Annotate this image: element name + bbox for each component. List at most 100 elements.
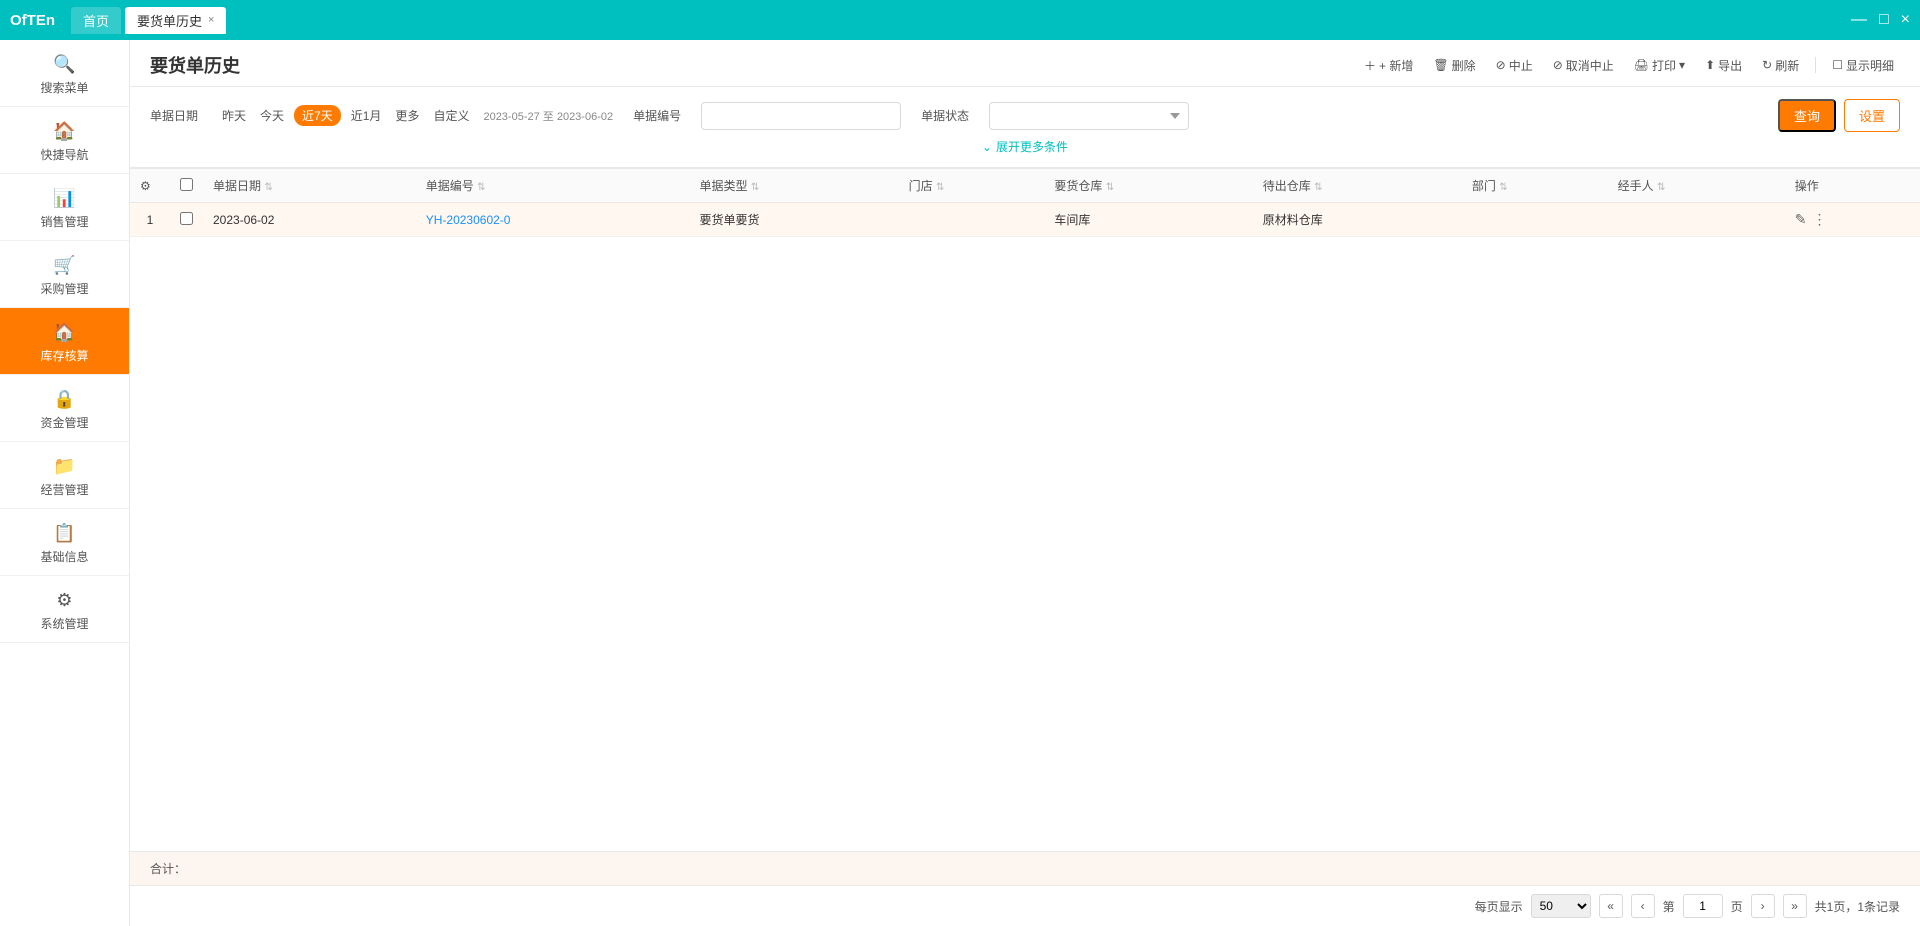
row-checkbox — [170, 203, 203, 237]
date-btn-yesterday[interactable]: 昨天 — [218, 105, 250, 126]
show-detail-button[interactable]: ☐ 显示明细 — [1826, 53, 1900, 78]
col-date-sort[interactable]: ⇅ — [264, 182, 272, 193]
date-btn-custom[interactable]: 自定义 — [429, 105, 473, 126]
row-store — [899, 203, 1045, 237]
print-button[interactable]: 🖨 打印 ▾ — [1628, 53, 1691, 78]
new-button[interactable]: ＋ + 新增 — [1358, 53, 1419, 78]
show-detail-label: 显示明细 — [1846, 57, 1894, 74]
export-button[interactable]: ⬆ 导出 — [1699, 53, 1748, 78]
sales-icon: 📊 — [53, 188, 75, 209]
pagination-bar: 每页显示 50 100 200 « ‹ 第 页 › » 共1页，1条记录 — [130, 885, 1920, 926]
row-handler — [1608, 203, 1785, 237]
basic-info-icon: 📋 — [53, 523, 75, 544]
sidebar-item-system[interactable]: ⚙ 系统管理 — [0, 576, 129, 643]
date-btn-more[interactable]: 更多 — [391, 105, 423, 126]
col-store-sort[interactable]: ⇅ — [936, 182, 944, 193]
sidebar: 🔍 搜索菜单 🏠 快捷导航 📊 销售管理 🛒 采购管理 🏠 库存核算 🔒 资金管… — [0, 40, 130, 926]
sidebar-item-label-operations: 经营管理 — [40, 481, 88, 498]
col-doctype: 单据类型 ⇅ — [689, 169, 898, 203]
suspend-button[interactable]: ⊘ 中止 — [1490, 53, 1539, 78]
delete-button[interactable]: 🗑 删除 — [1427, 53, 1481, 78]
query-button[interactable]: 查询 — [1778, 99, 1836, 132]
col-dept-sort[interactable]: ⇅ — [1499, 182, 1507, 193]
date-btn-7days[interactable]: 近7天 — [294, 105, 341, 126]
sidebar-item-search-menu[interactable]: 🔍 搜索菜单 — [0, 40, 129, 107]
col-docno-sort[interactable]: ⇅ — [477, 182, 485, 193]
total-info: 共1页，1条记录 — [1815, 898, 1900, 915]
status-select[interactable] — [989, 102, 1189, 130]
sidebar-item-inventory[interactable]: 🏠 库存核算 — [0, 308, 129, 375]
table-footer: 合计： — [130, 851, 1920, 885]
sidebar-item-operations[interactable]: 📁 经营管理 — [0, 442, 129, 509]
row-dept — [1462, 203, 1608, 237]
sidebar-item-purchase[interactable]: 🛒 采购管理 — [0, 241, 129, 308]
header-actions: ＋ + 新增 🗑 删除 ⊘ 中止 ⊘ 取消中止 🖨 打印 — [1358, 53, 1900, 78]
row-num: 1 — [130, 203, 170, 237]
col-docno: 单据编号 ⇅ — [416, 169, 690, 203]
row-operations: ✎ ⋮ — [1795, 211, 1910, 228]
col-handler-label: 经手人 — [1618, 179, 1654, 193]
sidebar-item-label-basicinfo: 基础信息 — [40, 548, 88, 565]
col-date: 单据日期 ⇅ — [203, 169, 416, 203]
date-btn-1month[interactable]: 近1月 — [347, 105, 386, 126]
col-req-warehouse-sort[interactable]: ⇅ — [1106, 182, 1114, 193]
row-doctype: 要货单要货 — [689, 203, 898, 237]
cancel-suspend-label: 取消中止 — [1566, 57, 1614, 74]
new-icon: ＋ — [1364, 57, 1376, 74]
row-more-btn[interactable]: ⋮ — [1812, 211, 1826, 228]
delete-icon: 🗑 — [1433, 58, 1448, 72]
col-dept-label: 部门 — [1472, 179, 1496, 193]
main-layout: 🔍 搜索菜单 🏠 快捷导航 📊 销售管理 🛒 采购管理 🏠 库存核算 🔒 资金管… — [0, 40, 1920, 926]
export-label: 导出 — [1718, 57, 1742, 74]
status-label: 单据状态 — [921, 107, 969, 124]
window-close-icon[interactable]: × — [1901, 11, 1910, 29]
maximize-icon[interactable]: □ — [1879, 11, 1889, 29]
sidebar-item-label-sales: 销售管理 — [40, 213, 88, 230]
refresh-icon: ↻ — [1762, 58, 1772, 72]
doc-no-input[interactable] — [701, 102, 901, 130]
active-tab-label: 要货单历史 — [137, 11, 202, 30]
active-tab[interactable]: 要货单历史 × — [125, 7, 226, 34]
row-select-checkbox[interactable] — [180, 212, 193, 225]
content-area: 要货单历史 ＋ + 新增 🗑 删除 ⊘ 中止 ⊘ 取消中止 — [130, 40, 1920, 926]
sidebar-item-quick-nav[interactable]: 🏠 快捷导航 — [0, 107, 129, 174]
col-req-warehouse-label: 要货仓库 — [1054, 179, 1102, 193]
sidebar-item-label-inventory: 库存核算 — [40, 347, 88, 364]
table-area: ⚙ 单据日期 ⇅ 单据编号 ⇅ 单据类型 ⇅ 门店 ⇅ 要货仓库 ⇅ 待出仓库 … — [130, 168, 1920, 851]
home-tab[interactable]: 首页 — [71, 7, 121, 34]
cancel-suspend-button[interactable]: ⊘ 取消中止 — [1547, 53, 1620, 78]
sidebar-item-finance[interactable]: 🔒 资金管理 — [0, 375, 129, 442]
last-page-button[interactable]: » — [1783, 894, 1807, 918]
refresh-button[interactable]: ↻ 刷新 — [1756, 53, 1805, 78]
prev-page-button[interactable]: ‹ — [1631, 894, 1655, 918]
row-ops: ✎ ⋮ — [1785, 203, 1920, 237]
col-handler-sort[interactable]: ⇅ — [1657, 182, 1665, 193]
next-page-button[interactable]: › — [1751, 894, 1775, 918]
col-doctype-sort[interactable]: ⇅ — [751, 182, 759, 193]
col-docno-label: 单据编号 — [426, 179, 474, 193]
sidebar-item-label-system: 系统管理 — [40, 615, 88, 632]
col-pending-warehouse: 待出仓库 ⇅ — [1253, 169, 1462, 203]
expand-more-button[interactable]: ⌄ 展开更多条件 — [982, 138, 1068, 155]
date-btn-today[interactable]: 今天 — [256, 105, 288, 126]
row-edit-btn[interactable]: ✎ — [1795, 211, 1807, 228]
tab-close-icon[interactable]: × — [208, 14, 214, 26]
row-docno-link[interactable]: YH-20230602-0 — [426, 213, 511, 227]
col-pending-warehouse-sort[interactable]: ⇅ — [1314, 182, 1322, 193]
sidebar-item-basic-info[interactable]: 📋 基础信息 — [0, 509, 129, 576]
page-number-input[interactable] — [1683, 894, 1723, 918]
doc-no-label: 单据编号 — [633, 107, 681, 124]
row-date: 2023-06-02 — [203, 203, 416, 237]
per-page-select[interactable]: 50 100 200 — [1531, 894, 1591, 918]
first-page-button[interactable]: « — [1599, 894, 1623, 918]
purchase-icon: 🛒 — [53, 255, 75, 276]
col-handler: 经手人 ⇅ — [1608, 169, 1785, 203]
settings-button[interactable]: 设置 — [1844, 99, 1900, 132]
sidebar-item-sales[interactable]: 📊 销售管理 — [0, 174, 129, 241]
suspend-label: 中止 — [1509, 57, 1533, 74]
col-settings[interactable]: ⚙ — [130, 169, 170, 203]
minimize-icon[interactable]: — — [1851, 11, 1867, 29]
page-suffix-label: 页 — [1731, 898, 1743, 915]
select-all-checkbox[interactable] — [180, 178, 193, 191]
col-store: 门店 ⇅ — [899, 169, 1045, 203]
